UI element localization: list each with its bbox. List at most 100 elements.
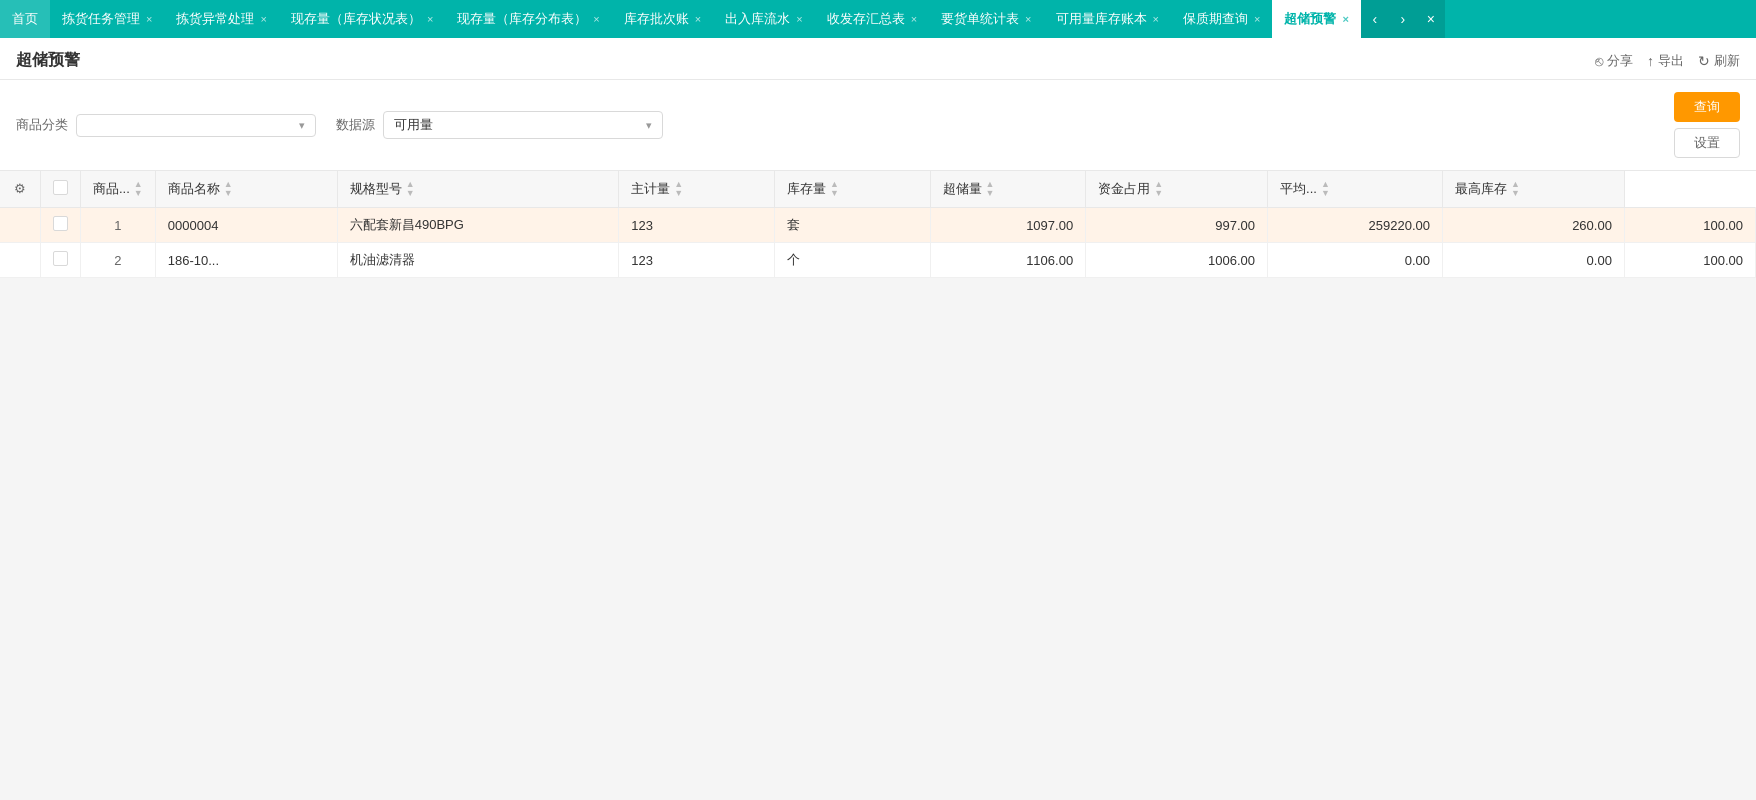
nav-stock-dist[interactable]: 现存量（库存分布表） × — [445, 0, 611, 38]
datasource-select-value: 可用量 — [394, 116, 433, 134]
category-dropdown-icon: ▾ — [299, 119, 305, 132]
col-header-unit[interactable]: 主计量 ▲▼ — [619, 171, 775, 208]
datasource-filter-group: 数据源 可用量 ▾ — [336, 111, 663, 139]
close-expiry-icon[interactable]: × — [1254, 13, 1260, 25]
col-header-product-code[interactable]: 商品... ▲▼ — [81, 171, 156, 208]
sort-capital-icon[interactable]: ▲▼ — [1154, 180, 1163, 198]
row-avg: 0.00 — [1442, 243, 1624, 278]
row-index: 1 — [81, 208, 156, 243]
datasource-label: 数据源 — [336, 116, 375, 134]
row-product-name: 机油滤清器 — [337, 243, 619, 278]
refresh-icon: ↻ — [1698, 53, 1710, 69]
row-product-name: 六配套新昌490BPG — [337, 208, 619, 243]
export-button[interactable]: ↑ 导出 — [1647, 52, 1684, 70]
page-title: 超储预警 — [16, 50, 80, 71]
row-product-code: 0000004 — [155, 208, 337, 243]
nav-pick-exception[interactable]: 拣货异常处理 × — [164, 0, 278, 38]
category-filter-group: 商品分类 ▾ — [16, 114, 316, 137]
table-row: 2 186-10... 机油滤清器 123 个 1106.00 1006.00 … — [0, 243, 1756, 278]
sort-product-name-icon[interactable]: ▲▼ — [224, 180, 233, 198]
col-header-avg[interactable]: 平均... ▲▼ — [1268, 171, 1443, 208]
row-capital: 0.00 — [1268, 243, 1443, 278]
row-index: 2 — [81, 243, 156, 278]
table-area: ⚙ 商品... ▲▼ 商品名称 ▲▼ — [0, 171, 1756, 278]
row-max-stock: 100.00 — [1624, 208, 1755, 243]
nav-stock-status[interactable]: 现存量（库存状况表） × — [279, 0, 445, 38]
filter-area: 商品分类 ▾ 数据源 可用量 ▾ 查询 设置 — [0, 80, 1756, 171]
close-summary-icon[interactable]: × — [911, 13, 917, 25]
nav-home[interactable]: 首页 — [0, 0, 50, 38]
row-checkbox-cell — [41, 243, 81, 278]
share-button[interactable]: ⎋ 分享 — [1595, 52, 1633, 70]
close-overstock-icon[interactable]: × — [1342, 13, 1348, 25]
sort-unit-icon[interactable]: ▲▼ — [674, 180, 683, 198]
row-checkbox-cell — [41, 208, 81, 243]
nav-summary[interactable]: 收发存汇总表 × — [815, 0, 929, 38]
col-header-overstock[interactable]: 超储量 ▲▼ — [930, 171, 1086, 208]
col-header-checkbox — [41, 171, 81, 208]
close-stock-status-icon[interactable]: × — [427, 13, 433, 25]
datasource-dropdown-icon: ▾ — [646, 119, 652, 132]
col-header-settings: ⚙ — [0, 171, 41, 208]
row-checkbox[interactable] — [53, 251, 68, 266]
query-button[interactable]: 查询 — [1674, 92, 1740, 122]
nav-demand[interactable]: 要货单统计表 × — [929, 0, 1043, 38]
col-header-capital[interactable]: 资金占用 ▲▼ — [1086, 171, 1268, 208]
nav-available[interactable]: 可用量库存账本 × — [1044, 0, 1171, 38]
data-table: ⚙ 商品... ▲▼ 商品名称 ▲▼ — [0, 171, 1756, 278]
nav-next-arrow[interactable]: › — [1389, 0, 1417, 38]
sort-avg-icon[interactable]: ▲▼ — [1321, 180, 1330, 198]
col-header-product-name[interactable]: 商品名称 ▲▼ — [155, 171, 337, 208]
row-max-stock: 100.00 — [1624, 243, 1755, 278]
datasource-select[interactable]: 可用量 ▾ — [383, 111, 663, 139]
sort-overstock-icon[interactable]: ▲▼ — [986, 180, 995, 198]
row-unit: 套 — [774, 208, 930, 243]
nav-expiry[interactable]: 保质期查询 × — [1171, 0, 1272, 38]
refresh-button[interactable]: ↻ 刷新 — [1698, 52, 1740, 70]
close-flow-icon[interactable]: × — [796, 13, 802, 25]
row-product-code: 186-10... — [155, 243, 337, 278]
row-checkbox[interactable] — [53, 216, 68, 231]
row-spec: 123 — [619, 243, 775, 278]
sort-spec-icon[interactable]: ▲▼ — [406, 180, 415, 198]
row-stock: 1106.00 — [930, 243, 1086, 278]
close-demand-icon[interactable]: × — [1025, 13, 1031, 25]
close-batch-icon[interactable]: × — [695, 13, 701, 25]
row-avg: 260.00 — [1442, 208, 1624, 243]
category-label: 商品分类 — [16, 116, 68, 134]
share-icon: ⎋ — [1595, 53, 1603, 69]
nav-batch[interactable]: 库存批次账 × — [612, 0, 713, 38]
close-pick-task-icon[interactable]: × — [146, 13, 152, 25]
close-available-icon[interactable]: × — [1153, 13, 1159, 25]
nav-prev-arrow[interactable]: ‹ — [1361, 0, 1389, 38]
table-row: 1 0000004 六配套新昌490BPG 123 套 1097.00 997.… — [0, 208, 1756, 243]
table-header-row: ⚙ 商品... ▲▼ 商品名称 ▲▼ — [0, 171, 1756, 208]
row-settings-cell — [0, 208, 41, 243]
col-header-spec[interactable]: 规格型号 ▲▼ — [337, 171, 619, 208]
sort-stock-icon[interactable]: ▲▼ — [830, 180, 839, 198]
col-header-stock[interactable]: 库存量 ▲▼ — [774, 171, 930, 208]
row-spec: 123 — [619, 208, 775, 243]
sort-product-code-icon[interactable]: ▲▼ — [134, 180, 143, 198]
header-actions: ⎋ 分享 ↑ 导出 ↻ 刷新 — [1595, 52, 1740, 70]
nav-overstock[interactable]: 超储预警 × — [1272, 0, 1360, 38]
table-body: 1 0000004 六配套新昌490BPG 123 套 1097.00 997.… — [0, 208, 1756, 278]
row-overstock: 997.00 — [1086, 208, 1268, 243]
nav-pick-task[interactable]: 拣货任务管理 × — [50, 0, 164, 38]
nav-close-arrow[interactable]: × — [1417, 0, 1445, 38]
row-unit: 个 — [774, 243, 930, 278]
col-header-max-stock[interactable]: 最高库存 ▲▼ — [1442, 171, 1624, 208]
row-overstock: 1006.00 — [1086, 243, 1268, 278]
close-stock-dist-icon[interactable]: × — [593, 13, 599, 25]
category-select[interactable]: ▾ — [76, 114, 316, 137]
row-capital: 259220.00 — [1268, 208, 1443, 243]
nav-flow[interactable]: 出入库流水 × — [713, 0, 814, 38]
gear-icon[interactable]: ⚙ — [12, 181, 28, 197]
select-all-checkbox[interactable] — [53, 180, 68, 195]
close-pick-exception-icon[interactable]: × — [260, 13, 266, 25]
nav-bar: 首页 拣货任务管理 × 拣货异常处理 × 现存量（库存状况表） × 现存量（库存… — [0, 0, 1756, 38]
sort-max-stock-icon[interactable]: ▲▼ — [1511, 180, 1520, 198]
settings-button[interactable]: 设置 — [1674, 128, 1740, 158]
row-settings-cell — [0, 243, 41, 278]
export-icon: ↑ — [1647, 53, 1654, 69]
